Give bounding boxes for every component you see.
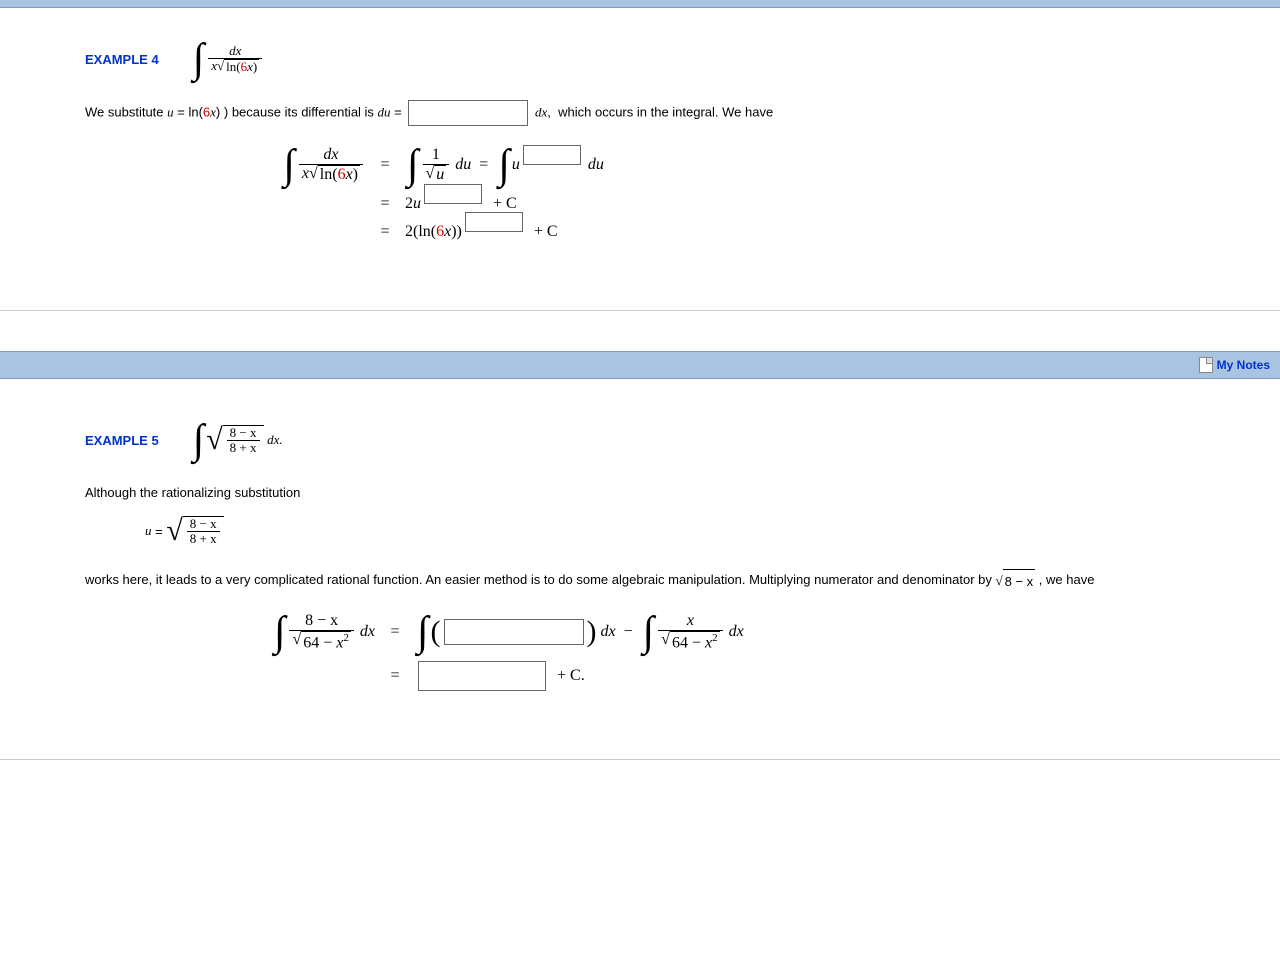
example5-para1: Although the rationalizing substitution — [85, 481, 1195, 504]
example5-u-sub: u = √ 8 − x 8 + x — [145, 514, 224, 548]
integral-symbol-icon: ∫ — [274, 611, 286, 653]
input-exp-3[interactable] — [465, 212, 523, 232]
my-notes-link[interactable]: My Notes — [1199, 357, 1270, 373]
input-result[interactable] — [418, 661, 546, 691]
text: , we have — [1039, 572, 1095, 587]
example5-label: EXAMPLE 5 — [85, 433, 159, 448]
example4-integral: ∫ dx x√ln(6x) — [191, 38, 265, 80]
integral-symbol-icon: ∫ — [193, 419, 205, 461]
integral-symbol-icon: ∫ — [498, 144, 510, 186]
integral-symbol-icon: ∫ — [283, 144, 295, 186]
integral-symbol-icon: ∫ — [643, 611, 655, 653]
example5-integral: ∫ √ 8 − x 8 + x dx. — [191, 419, 283, 461]
note-icon — [1199, 357, 1213, 373]
input-integrand-1[interactable] — [444, 619, 584, 645]
text-plus-c: + C — [534, 223, 558, 241]
text: ) because its differential is — [224, 104, 378, 119]
example5-steps: ∫ 8 − x √64 − x2 dx = ∫ ( ) dx − ∫ — [165, 611, 1195, 691]
text: We substitute — [85, 104, 167, 119]
my-notes-label: My Notes — [1217, 358, 1270, 372]
example5-section: EXAMPLE 5 ∫ √ 8 − x 8 + x dx. Although t… — [0, 379, 1280, 760]
integral-symbol-icon: ∫ — [193, 38, 205, 80]
input-exp-1[interactable] — [523, 145, 581, 165]
text-plus-c: + C — [493, 195, 517, 213]
example4-steps: ∫ dx x√ln(6x) = ∫ 1 √u du = ∫ u — [185, 144, 1195, 242]
input-exp-2[interactable] — [424, 184, 482, 204]
text: works here, it leads to a very complicat… — [85, 572, 995, 587]
integral-symbol-icon: ∫ — [407, 144, 419, 186]
example4-section: EXAMPLE 4 ∫ dx x√ln(6x) We substitute u … — [0, 8, 1280, 311]
example5-para2: works here, it leads to a very complicat… — [85, 568, 1195, 593]
text-plus-c: + C. — [557, 667, 585, 685]
example4-label: EXAMPLE 4 — [85, 52, 159, 67]
example4-paragraph: We substitute u = ln(6x) ) because its d… — [85, 100, 1195, 126]
top-bar — [0, 0, 1280, 8]
integral-symbol-icon: ∫ — [417, 611, 429, 653]
notes-bar: My Notes — [0, 351, 1280, 379]
input-du-coeff[interactable] — [408, 100, 528, 126]
